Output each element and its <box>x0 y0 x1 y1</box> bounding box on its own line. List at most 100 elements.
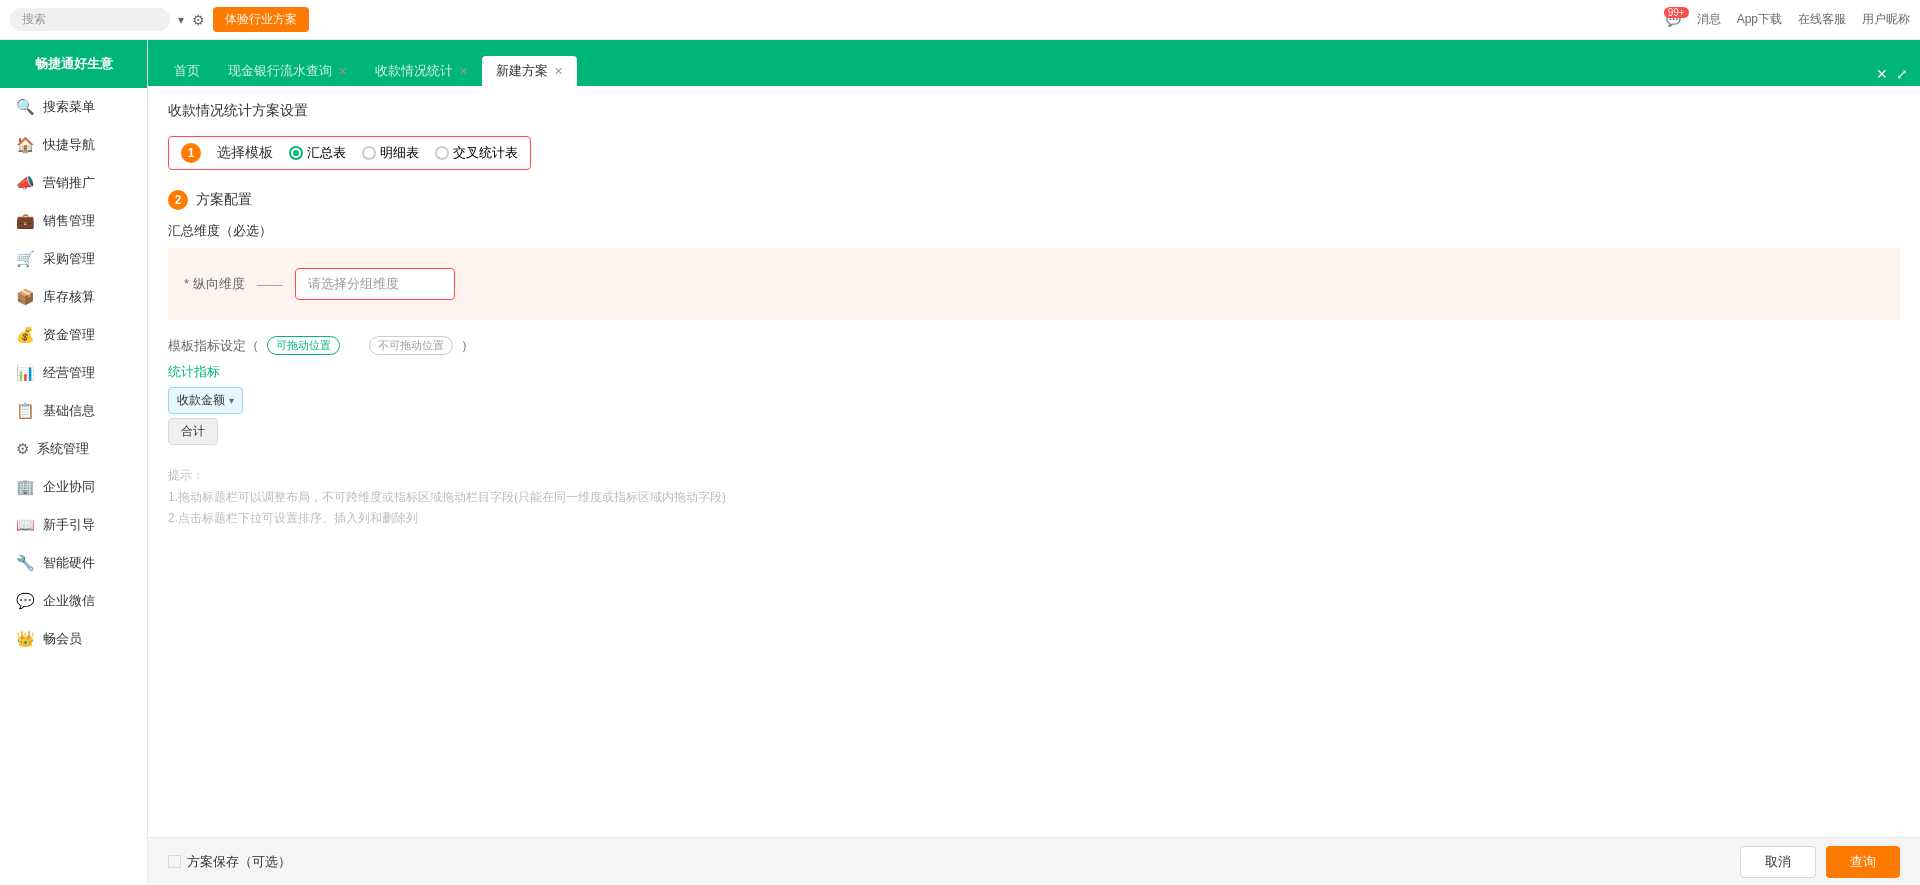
config-subtitle: 汇总维度（必选） <box>168 222 1900 240</box>
gear-icon[interactable]: ⚙ <box>192 12 205 28</box>
config-section: 汇总维度（必选） * 纵向维度 —— 请选择分组维度 模板指标设定（ <box>168 222 1900 530</box>
metrics-header-end: ） <box>461 337 474 355</box>
message-badge: 99+ <box>1664 7 1689 18</box>
marketing-icon: 📣 <box>16 174 35 192</box>
sidebar-label-management: 经营管理 <box>43 364 95 382</box>
radio-cross[interactable]: 交叉统计表 <box>435 144 518 162</box>
page-content: 收款情况统计方案设置 1 选择模板 汇总表 <box>148 86 1920 837</box>
sidebar-label-wechat: 企业微信 <box>43 592 95 610</box>
radio-detail[interactable]: 明细表 <box>362 144 419 162</box>
tab-receipt[interactable]: 收款情况统计 ✕ <box>361 56 482 86</box>
sidebar-label-home: 快捷导航 <box>43 136 95 154</box>
window-expand-icon[interactable]: ⤢ <box>1896 66 1908 82</box>
sidebar-item-enterprise[interactable]: 🏢 企业协同 <box>0 468 147 506</box>
dropdown-arrow[interactable]: ▾ <box>178 13 184 27</box>
tips-title: 提示： <box>168 465 1900 487</box>
window-close-icon[interactable]: ✕ <box>1876 66 1888 82</box>
top-bar: 搜索 ▾ ⚙ 体验行业方案 💬 99+ 消息 App下载 在线客服 用户昵称 <box>0 0 1920 40</box>
sidebar-item-member[interactable]: 👑 畅会员 <box>0 620 147 658</box>
dim-select-box[interactable]: 请选择分组维度 <box>295 268 455 300</box>
section-config: 2 方案配置 汇总维度（必选） * 纵向维度 —— 请选择分组维度 <box>168 190 1900 530</box>
sidebar-item-wechat[interactable]: 💬 企业微信 <box>0 582 147 620</box>
search-bar[interactable]: 搜索 <box>10 8 170 31</box>
sidebar-label-finance: 资金管理 <box>43 326 95 344</box>
query-button[interactable]: 查询 <box>1826 846 1900 878</box>
guide-icon: 📖 <box>16 516 35 534</box>
sidebar-item-management[interactable]: 📊 经营管理 <box>0 354 147 392</box>
tab-home[interactable]: 首页 <box>160 56 214 86</box>
section1-num: 1 <box>181 143 201 163</box>
sidebar-item-guide[interactable]: 📖 新手引导 <box>0 506 147 544</box>
non-draggable-badge: 不可拖动位置 <box>369 336 453 355</box>
chevron-down-icon: ▾ <box>229 395 234 406</box>
user-name[interactable]: 用户昵称 <box>1862 11 1910 28</box>
tab-actions: ✕ ⤢ <box>1876 66 1908 86</box>
wechat-icon: 💬 <box>16 592 35 610</box>
metric-chip[interactable]: 收款金额 ▾ <box>168 387 243 414</box>
save-checkbox[interactable] <box>168 855 181 868</box>
metric-sub: 合计 <box>168 418 218 445</box>
sidebar-label-hardware: 智能硬件 <box>43 554 95 572</box>
sidebar-label-system: 系统管理 <box>37 440 89 458</box>
tab-newplan[interactable]: 新建方案 ✕ <box>482 56 577 86</box>
sidebar-item-inventory[interactable]: 📦 库存核算 <box>0 278 147 316</box>
message-label[interactable]: 消息 <box>1697 11 1721 28</box>
tab-cashflow-label: 现金银行流水查询 <box>228 62 332 80</box>
radio-summary[interactable]: 汇总表 <box>289 144 346 162</box>
sidebar-label-search: 搜索菜单 <box>43 98 95 116</box>
trial-button[interactable]: 体验行业方案 <box>213 7 309 32</box>
sidebar: 畅捷通好生意 🔍 搜索菜单 🏠 快捷导航 📣 营销推广 💼 销售管理 🛒 采购管… <box>0 40 148 885</box>
section-template: 1 选择模板 汇总表 明细表 <box>168 136 1900 170</box>
finance-icon: 💰 <box>16 326 35 344</box>
tab-receipt-label: 收款情况统计 <box>375 62 453 80</box>
footer-right: 取消 查询 <box>1740 846 1900 878</box>
section1-label: 选择模板 <box>217 144 273 162</box>
sidebar-label-member: 畅会员 <box>43 630 82 648</box>
radio-cross-circle <box>435 146 449 160</box>
save-label: 方案保存（可选） <box>187 853 291 871</box>
section1-header: 1 选择模板 汇总表 明细表 <box>168 136 1900 170</box>
system-icon: ⚙ <box>16 440 29 458</box>
tab-home-label: 首页 <box>174 62 200 80</box>
logo-text: 畅捷通好生意 <box>35 55 113 73</box>
sidebar-item-purchase[interactable]: 🛒 采购管理 <box>0 240 147 278</box>
sidebar-label-marketing: 营销推广 <box>43 174 95 192</box>
sidebar-item-sales[interactable]: 💼 销售管理 <box>0 202 147 240</box>
metrics-header-text: 模板指标设定（ <box>168 337 259 355</box>
sidebar-item-finance[interactable]: 💰 资金管理 <box>0 316 147 354</box>
download-label[interactable]: App下载 <box>1737 11 1782 28</box>
search-placeholder: 搜索 <box>22 12 46 26</box>
tab-newplan-close[interactable]: ✕ <box>554 65 563 78</box>
main-layout: 畅捷通好生意 🔍 搜索菜单 🏠 快捷导航 📣 营销推广 💼 销售管理 🛒 采购管… <box>0 40 1920 885</box>
sidebar-item-hardware[interactable]: 🔧 智能硬件 <box>0 544 147 582</box>
page-title: 收款情况统计方案设置 <box>168 102 1900 120</box>
section2-num: 2 <box>168 190 188 210</box>
sidebar-item-marketing[interactable]: 📣 营销推广 <box>0 164 147 202</box>
arrow-right-icon: —— <box>257 277 283 292</box>
member-icon: 👑 <box>16 630 35 648</box>
hardware-icon: 🔧 <box>16 554 35 572</box>
sidebar-label-sales: 销售管理 <box>43 212 95 230</box>
sales-icon: 💼 <box>16 212 35 230</box>
message-icon-wrap[interactable]: 💬 99+ <box>1666 13 1681 27</box>
cancel-button[interactable]: 取消 <box>1740 846 1816 878</box>
tab-cashflow-close[interactable]: ✕ <box>338 65 347 78</box>
sidebar-label-basic: 基础信息 <box>43 402 95 420</box>
tab-receipt-close[interactable]: ✕ <box>459 65 468 78</box>
sidebar-label-inventory: 库存核算 <box>43 288 95 306</box>
service-label[interactable]: 在线客服 <box>1798 11 1846 28</box>
purchase-icon: 🛒 <box>16 250 35 268</box>
save-option[interactable]: 方案保存（可选） <box>168 853 291 871</box>
tab-cashflow[interactable]: 现金银行流水查询 ✕ <box>214 56 361 86</box>
sidebar-item-basic[interactable]: 📋 基础信息 <box>0 392 147 430</box>
tab-bar: 首页 现金银行流水查询 ✕ 收款情况统计 ✕ 新建方案 ✕ ✕ ⤢ <box>148 40 1920 86</box>
tip-1: 1.拖动标题栏可以调整布局，不可跨维度或指标区域拖动栏目字段(只能在同一维度或指… <box>168 487 1900 509</box>
inventory-icon: 📦 <box>16 288 35 306</box>
sidebar-item-home[interactable]: 🏠 快捷导航 <box>0 126 147 164</box>
sidebar-label-enterprise: 企业协同 <box>43 478 95 496</box>
sidebar-item-system[interactable]: ⚙ 系统管理 <box>0 430 147 468</box>
content-area: 首页 现金银行流水查询 ✕ 收款情况统计 ✕ 新建方案 ✕ ✕ ⤢ 收款情况统计… <box>148 40 1920 885</box>
search-icon: 🔍 <box>16 98 35 116</box>
home-icon: 🏠 <box>16 136 35 154</box>
sidebar-item-search[interactable]: 🔍 搜索菜单 <box>0 88 147 126</box>
